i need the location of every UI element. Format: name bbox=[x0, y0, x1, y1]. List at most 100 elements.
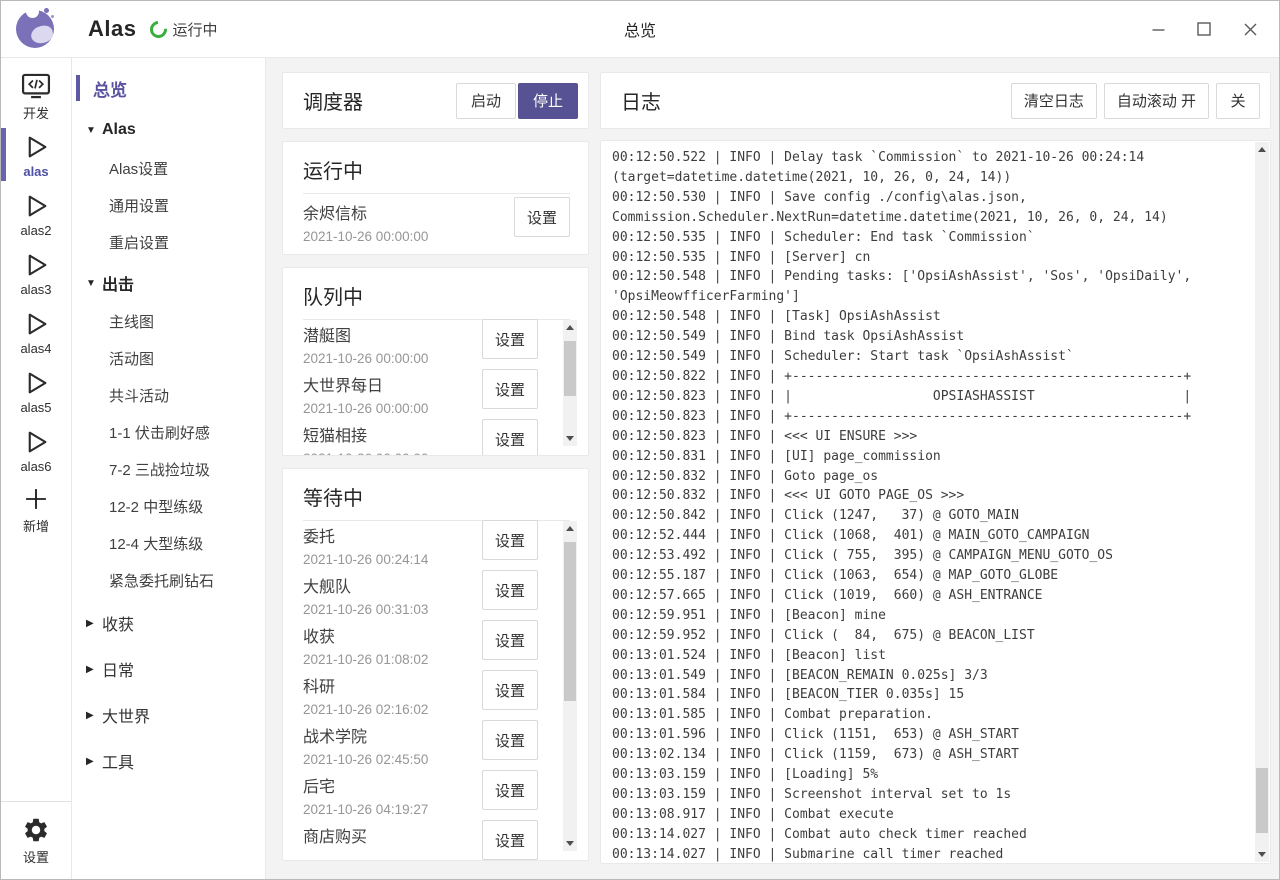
sidebar-item-settings[interactable]: 设置 bbox=[1, 810, 71, 869]
sidebar-item-alas2[interactable]: alas2 bbox=[1, 184, 71, 243]
task-row: 短猫相接2021-10-26 00:00:00设置 bbox=[303, 419, 538, 455]
menu-item-group-tools[interactable]: ▶工具 bbox=[72, 739, 265, 783]
sidebar-item-label: alas6 bbox=[20, 459, 51, 474]
running-spinner-icon bbox=[147, 17, 171, 41]
task-name: 大舰队 bbox=[303, 573, 482, 597]
minimize-button[interactable] bbox=[1135, 1, 1181, 57]
log-line: 00:12:50.832 | INFO | <<< UI GOTO PAGE_O… bbox=[612, 486, 1242, 506]
menu-item-map-12-2[interactable]: 12-2 中型练级 bbox=[72, 488, 265, 525]
menu-item-group-reward[interactable]: ▶收获 bbox=[72, 601, 265, 645]
scrollbar-thumb[interactable] bbox=[564, 341, 576, 397]
sidebar-item-alas5[interactable]: alas5 bbox=[1, 361, 71, 420]
menu-item-campaign-event[interactable]: 活动图 bbox=[72, 340, 265, 377]
scroll-up-arrow-icon[interactable] bbox=[563, 521, 577, 536]
menu-item-group-combat[interactable]: ▼出击 bbox=[72, 263, 265, 303]
task-setting-button[interactable]: 设置 bbox=[482, 670, 538, 710]
chevron-right-icon: ▶ bbox=[86, 756, 102, 767]
log-line: 00:12:50.549 | INFO | Scheduler: Start t… bbox=[612, 347, 1242, 367]
task-name: 潜艇图 bbox=[303, 322, 482, 346]
log-line: (target=datetime.datetime(2021, 10, 26, … bbox=[612, 168, 1242, 188]
close-icon bbox=[1244, 23, 1257, 36]
task-name: 余烬信标 bbox=[303, 200, 514, 224]
task-setting-button[interactable]: 设置 bbox=[514, 197, 570, 237]
close-button[interactable] bbox=[1227, 1, 1273, 57]
chevron-right-icon: ▶ bbox=[86, 664, 102, 675]
autoscroll-toggle-button[interactable]: 自动滚动 开 bbox=[1104, 83, 1209, 119]
menu-item-coalition[interactable]: 共斗活动 bbox=[72, 377, 265, 414]
task-next-run-time: 2021-10-26 02:45:50 bbox=[303, 752, 482, 767]
task-next-run-time: 2021-10-26 00:00:00 bbox=[303, 401, 482, 416]
chevron-down-icon: ▼ bbox=[86, 278, 102, 289]
menu-item-group-daily[interactable]: ▶日常 bbox=[72, 647, 265, 691]
task-next-run-time: 2021-10-26 01:08:02 bbox=[303, 652, 482, 667]
menu-item-group-os[interactable]: ▶大世界 bbox=[72, 693, 265, 737]
task-name: 短猫相接 bbox=[303, 422, 482, 446]
task-next-run-time: 2021-10-26 02:16:02 bbox=[303, 702, 482, 717]
sidebar-item-label: alas5 bbox=[20, 400, 51, 415]
play-icon bbox=[21, 249, 51, 281]
sidebar-item-alas3[interactable]: alas3 bbox=[1, 243, 71, 302]
chevron-down-icon: ▼ bbox=[86, 125, 102, 136]
task-setting-button[interactable]: 设置 bbox=[482, 770, 538, 810]
menu-item-overview[interactable]: 总览 bbox=[72, 70, 265, 106]
app-window: Alas 运行中 总览 开发alasalas2alas3alas4alas5al… bbox=[0, 0, 1280, 880]
menu-item-urgent-commission[interactable]: 紧急委托刷钻石 bbox=[72, 562, 265, 599]
scroll-up-arrow-icon[interactable] bbox=[563, 320, 577, 335]
scroll-down-arrow-icon[interactable] bbox=[1255, 847, 1269, 862]
task-list: 潜艇图2021-10-26 00:00:00设置大世界每日2021-10-26 … bbox=[303, 319, 538, 455]
menu-item-map-1-1[interactable]: 1-1 伏击刷好感 bbox=[72, 414, 265, 451]
task-name: 科研 bbox=[303, 673, 482, 697]
task-setting-button[interactable]: 设置 bbox=[482, 620, 538, 660]
task-setting-button[interactable]: 设置 bbox=[482, 820, 538, 860]
maximize-button[interactable] bbox=[1181, 1, 1227, 57]
task-list-scrollbar[interactable] bbox=[563, 521, 577, 851]
sidebar-item-alas[interactable]: alas bbox=[1, 125, 71, 184]
log-line: 00:12:50.831 | INFO | [UI] page_commissi… bbox=[612, 447, 1242, 467]
sidebar-item-label: alas4 bbox=[20, 341, 51, 356]
task-setting-button[interactable]: 设置 bbox=[482, 570, 538, 610]
status-text: 运行中 bbox=[172, 19, 217, 40]
menu-item-alas-settings[interactable]: Alas设置 bbox=[72, 150, 265, 187]
stop-button[interactable]: 停止 bbox=[518, 83, 578, 119]
menu-item-general-settings[interactable]: 通用设置 bbox=[72, 187, 265, 224]
task-setting-button[interactable]: 设置 bbox=[482, 319, 538, 359]
sidebar-item-alas6[interactable]: alas6 bbox=[1, 420, 71, 479]
clear-log-button[interactable]: 清空日志 bbox=[1011, 83, 1097, 119]
scroll-down-arrow-icon[interactable] bbox=[563, 836, 577, 851]
sidebar-item-dev[interactable]: 开发 bbox=[1, 66, 71, 125]
menu-item-map-12-4[interactable]: 12-4 大型练级 bbox=[72, 525, 265, 562]
task-setting-button[interactable]: 设置 bbox=[482, 520, 538, 560]
scroll-down-arrow-icon[interactable] bbox=[563, 431, 577, 446]
menu-item-group-alas[interactable]: ▼Alas bbox=[72, 110, 265, 150]
task-row: 大舰队2021-10-26 00:31:03设置 bbox=[303, 570, 538, 620]
task-row: 大世界每日 2021-10-26 00:00:00设置 bbox=[303, 369, 538, 419]
sidebar-item-add[interactable]: 新增 bbox=[1, 479, 71, 538]
menu-item-restart-settings[interactable]: 重启设置 bbox=[72, 224, 265, 261]
log-scrollbar[interactable] bbox=[1255, 142, 1269, 862]
menu-sidebar: 总览 ▼AlasAlas设置通用设置重启设置▼出击主线图活动图共斗活动1-1 伏击… bbox=[72, 58, 266, 879]
start-button[interactable]: 启动 bbox=[456, 83, 516, 119]
log-line: 00:13:08.917 | INFO | Combat execute bbox=[612, 805, 1242, 825]
maximize-icon bbox=[1197, 22, 1211, 36]
menu-item-map-7-2[interactable]: 7-2 三战捡垃圾 bbox=[72, 451, 265, 488]
scroll-up-arrow-icon[interactable] bbox=[1255, 142, 1269, 157]
menu-item-campaign-main[interactable]: 主线图 bbox=[72, 303, 265, 340]
task-name: 大世界每日 bbox=[303, 372, 482, 396]
scrollbar-thumb[interactable] bbox=[564, 542, 576, 701]
play-icon bbox=[21, 367, 51, 399]
autoscroll-off-button[interactable]: 关 bbox=[1216, 83, 1260, 119]
sidebar-item-alas4[interactable]: alas4 bbox=[1, 302, 71, 361]
log-line: 00:12:50.548 | INFO | Pending tasks: ['O… bbox=[612, 267, 1242, 287]
scrollbar-thumb[interactable] bbox=[1256, 768, 1268, 834]
log-line: 00:12:52.444 | INFO | Click (1068, 401) … bbox=[612, 526, 1242, 546]
log-panel-header: 日志 清空日志 自动滚动 开 关 bbox=[600, 72, 1271, 129]
task-list-scrollbar[interactable] bbox=[563, 320, 577, 446]
task-setting-button[interactable]: 设置 bbox=[482, 369, 538, 409]
gear-icon bbox=[22, 814, 50, 846]
task-setting-button[interactable]: 设置 bbox=[482, 419, 538, 455]
play-icon bbox=[21, 190, 51, 222]
scheduler-section-2: 等待中委托2021-10-26 00:24:14设置大舰队2021-10-26 … bbox=[282, 468, 589, 861]
task-row: 委托2021-10-26 00:24:14设置 bbox=[303, 520, 538, 570]
task-name: 战术学院 bbox=[303, 723, 482, 747]
task-setting-button[interactable]: 设置 bbox=[482, 720, 538, 760]
